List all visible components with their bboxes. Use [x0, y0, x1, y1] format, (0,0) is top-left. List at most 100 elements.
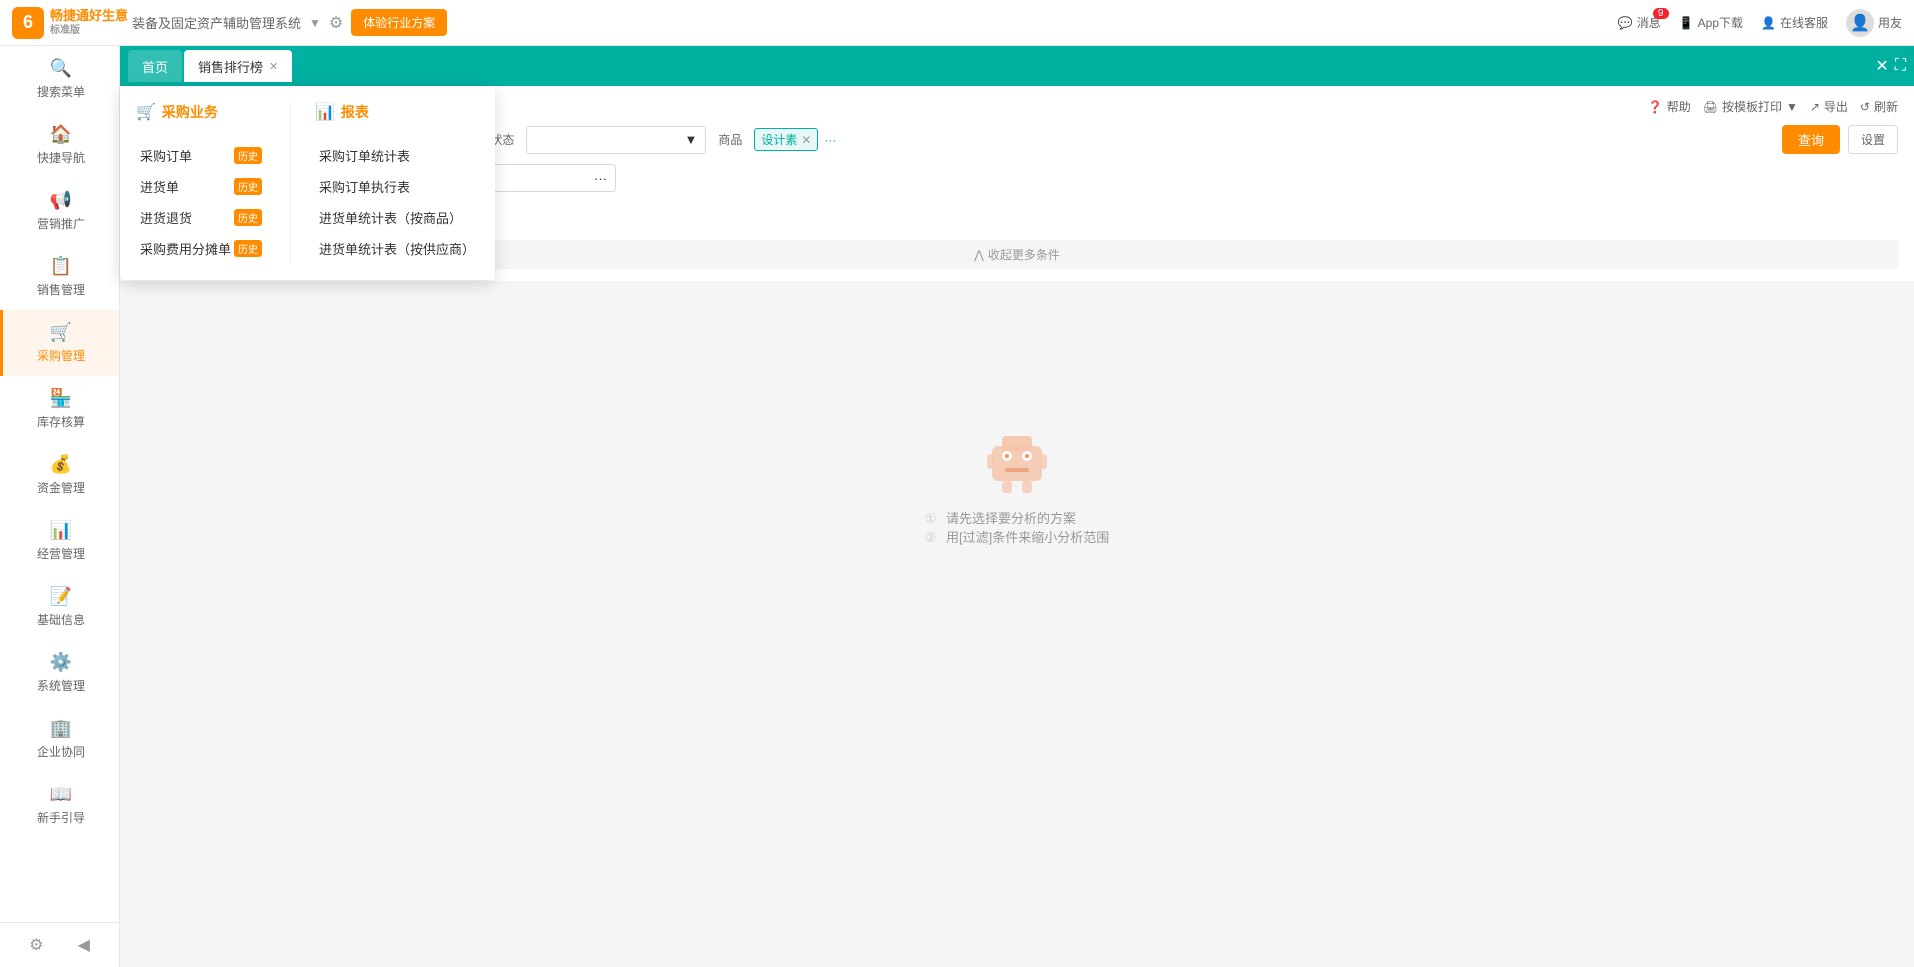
user-btn[interactable]: 👤 用友 [1846, 9, 1902, 37]
marketing-icon: 📢 [50, 190, 72, 211]
system-title: 装备及固定资产辅助管理系统 [132, 13, 301, 32]
voucher-status-dropdown-icon: ▼ [684, 132, 697, 147]
sidebar-item-label: 新手引导 [37, 809, 85, 826]
sidebar-item-quick[interactable]: 🏠 快捷导航 [0, 112, 119, 178]
industry-btn[interactable]: 体验行业方案 [351, 9, 447, 36]
menu-item-label: 采购费用分摊单 [140, 239, 231, 258]
print-btn[interactable]: 🖨 按模板打印 ▼ [1703, 98, 1798, 115]
service-icon: 👤 [1761, 16, 1776, 30]
sidebar-item-operations[interactable]: 📊 经营管理 [0, 508, 119, 574]
operations-icon: 📊 [50, 520, 72, 541]
enterprise-icon: 🏢 [50, 718, 72, 739]
empty-tips: ① 请先选择要分析的方案 ② 用[过滤]条件来缩小分析范围 [925, 508, 1110, 546]
messages-btn[interactable]: 💬 消息 9 [1618, 14, 1661, 31]
goods-tag-label: 设计素 [761, 131, 797, 148]
system-icon: ⚙️ [50, 652, 72, 673]
print-label: 按模板打印 [1722, 98, 1782, 115]
sidebar-settings-btn[interactable]: ⚙ [29, 935, 43, 955]
purchase-menu-column: 🛒 采购业务 采购订单 历史 进货单 历史 进货退货 历史 采购费用分摊单 历史 [136, 102, 266, 264]
query-btn[interactable]: 查询 [1782, 125, 1840, 154]
report-menu-title: 📊 报表 [315, 102, 479, 128]
menu-item-purchase-order[interactable]: 采购订单 历史 [136, 140, 266, 171]
tab-sales-rank-label: 销售排行榜 [198, 57, 263, 76]
menu-item-label: 进货单统计表（按供应商） [319, 239, 475, 258]
sidebar-item-label: 库存核算 [37, 413, 85, 430]
online-service-label: 在线客服 [1780, 14, 1828, 31]
sidebar-item-sales[interactable]: 📋 销售管理 [0, 244, 119, 310]
tab-maximize-btn[interactable]: ⛶ [1895, 57, 1906, 75]
menu-item-goods-return[interactable]: 进货退货 历史 [136, 202, 266, 233]
app-download-btn[interactable]: 📱 App下载 [1679, 14, 1743, 31]
sidebar-item-label: 系统管理 [37, 677, 85, 694]
home-icon: 🏠 [50, 124, 72, 145]
messages-badge: 9 [1653, 8, 1669, 19]
menu-item-badge: 历史 [234, 178, 262, 195]
messages-icon: 💬 [1618, 16, 1633, 30]
empty-robot-icon [967, 416, 1067, 496]
goods-tag-design[interactable]: 设计素 ✕ [754, 128, 818, 151]
export-icon: ↗ [1810, 100, 1820, 114]
online-service-btn[interactable]: 👤 在线客服 [1761, 14, 1828, 31]
sidebar-item-finance[interactable]: 💰 资金管理 [0, 442, 119, 508]
voucher-status-selector[interactable]: ▼ [526, 126, 706, 154]
sidebar-item-purchase[interactable]: 🛒 采购管理 [0, 310, 119, 376]
sidebar-item-guide[interactable]: 📖 新手引导 [0, 772, 119, 838]
menu-item-label: 采购订单执行表 [319, 177, 410, 196]
export-btn[interactable]: ↗ 导出 [1810, 98, 1848, 115]
logo-icon: 6 [12, 7, 44, 39]
sidebar-item-label: 采购管理 [37, 347, 85, 364]
print-dropdown-icon: ▼ [1786, 100, 1798, 114]
sidebar-item-search[interactable]: 🔍 搜索菜单 [0, 46, 119, 112]
empty-state: ① 请先选择要分析的方案 ② 用[过滤]条件来缩小分析范围 [120, 281, 1914, 681]
tab-home[interactable]: 首页 [128, 50, 182, 82]
help-label: 帮助 [1667, 98, 1691, 115]
salesman-more-icon: ··· [594, 171, 607, 186]
refresh-btn[interactable]: ↺ 刷新 [1860, 98, 1898, 115]
export-label: 导出 [1824, 98, 1848, 115]
logo-text: 畅捷通好生意 标准版 [50, 8, 128, 38]
help-btn[interactable]: ❓ 帮助 [1648, 98, 1691, 115]
dropdown-menu: 🛒 采购业务 采购订单 历史 进货单 历史 进货退货 历史 采购费用分摊单 历史… [120, 86, 495, 280]
sales-icon: 📋 [50, 256, 72, 277]
help-icon: ❓ [1648, 100, 1663, 114]
logo-area: 6 畅捷通好生意 标准版 [12, 7, 132, 39]
goods-tag-close[interactable]: ✕ [801, 133, 811, 147]
sidebar-item-system[interactable]: ⚙️ 系统管理 [0, 640, 119, 706]
logo-main: 畅捷通好生意 [50, 8, 128, 25]
menu-item-purchase-order-exec[interactable]: 采购订单执行表 [315, 171, 479, 202]
menu-item-goods-receipt[interactable]: 进货单 历史 [136, 171, 266, 202]
system-settings-btn[interactable]: ⚙ [329, 13, 343, 33]
sidebar-item-inventory[interactable]: 🏪 库存核算 [0, 376, 119, 442]
sidebar-item-label: 销售管理 [37, 281, 85, 298]
menu-item-goods-stat-by-supplier[interactable]: 进货单统计表（按供应商） [315, 233, 479, 264]
menu-item-goods-stat-by-product[interactable]: 进货单统计表（按商品） [315, 202, 479, 233]
user-label: 用友 [1878, 14, 1902, 31]
search-icon: 🔍 [50, 58, 72, 79]
menu-item-purchase-expense[interactable]: 采购费用分摊单 历史 [136, 233, 266, 264]
sidebar-item-marketing[interactable]: 📢 营销推广 [0, 178, 119, 244]
system-dropdown-btn[interactable]: ▼ [309, 16, 321, 30]
goods-label: 商品 [718, 131, 742, 148]
tab-sales-rank[interactable]: 销售排行榜 ✕ [184, 50, 292, 82]
menu-item-label: 采购订单 [140, 146, 192, 165]
refresh-icon: ↺ [1860, 100, 1870, 114]
tab-close-window-btn[interactable]: ✕ [1875, 56, 1888, 76]
settings-action-btn[interactable]: 设置 [1848, 125, 1898, 154]
goods-more-btn[interactable]: ··· [824, 133, 836, 147]
purchase-icon: 🛒 [50, 322, 72, 343]
report-menu-label: 报表 [341, 102, 369, 122]
sidebar-item-label: 基础信息 [37, 611, 85, 628]
sidebar-item-enterprise[interactable]: 🏢 企业协同 [0, 706, 119, 772]
sidebar-collapse-btn[interactable]: ◀ [78, 935, 90, 955]
tab-bar: 首页 销售排行榜 ✕ ✕ ⛶ [120, 46, 1914, 86]
refresh-label: 刷新 [1874, 98, 1898, 115]
sidebar-bottom: ⚙ ◀ [0, 922, 119, 967]
sidebar-item-basic[interactable]: 📝 基础信息 [0, 574, 119, 640]
menu-item-badge: 历史 [234, 147, 262, 164]
menu-item-purchase-order-stat[interactable]: 采购订单统计表 [315, 140, 479, 171]
header-right: 💬 消息 9 📱 App下载 👤 在线客服 👤 用友 [1618, 9, 1902, 37]
collapse-icon: ⋀ [974, 248, 984, 262]
report-menu-icon: 📊 [315, 102, 335, 122]
tab-close-btn[interactable]: ✕ [269, 60, 278, 73]
avatar: 👤 [1846, 9, 1874, 37]
